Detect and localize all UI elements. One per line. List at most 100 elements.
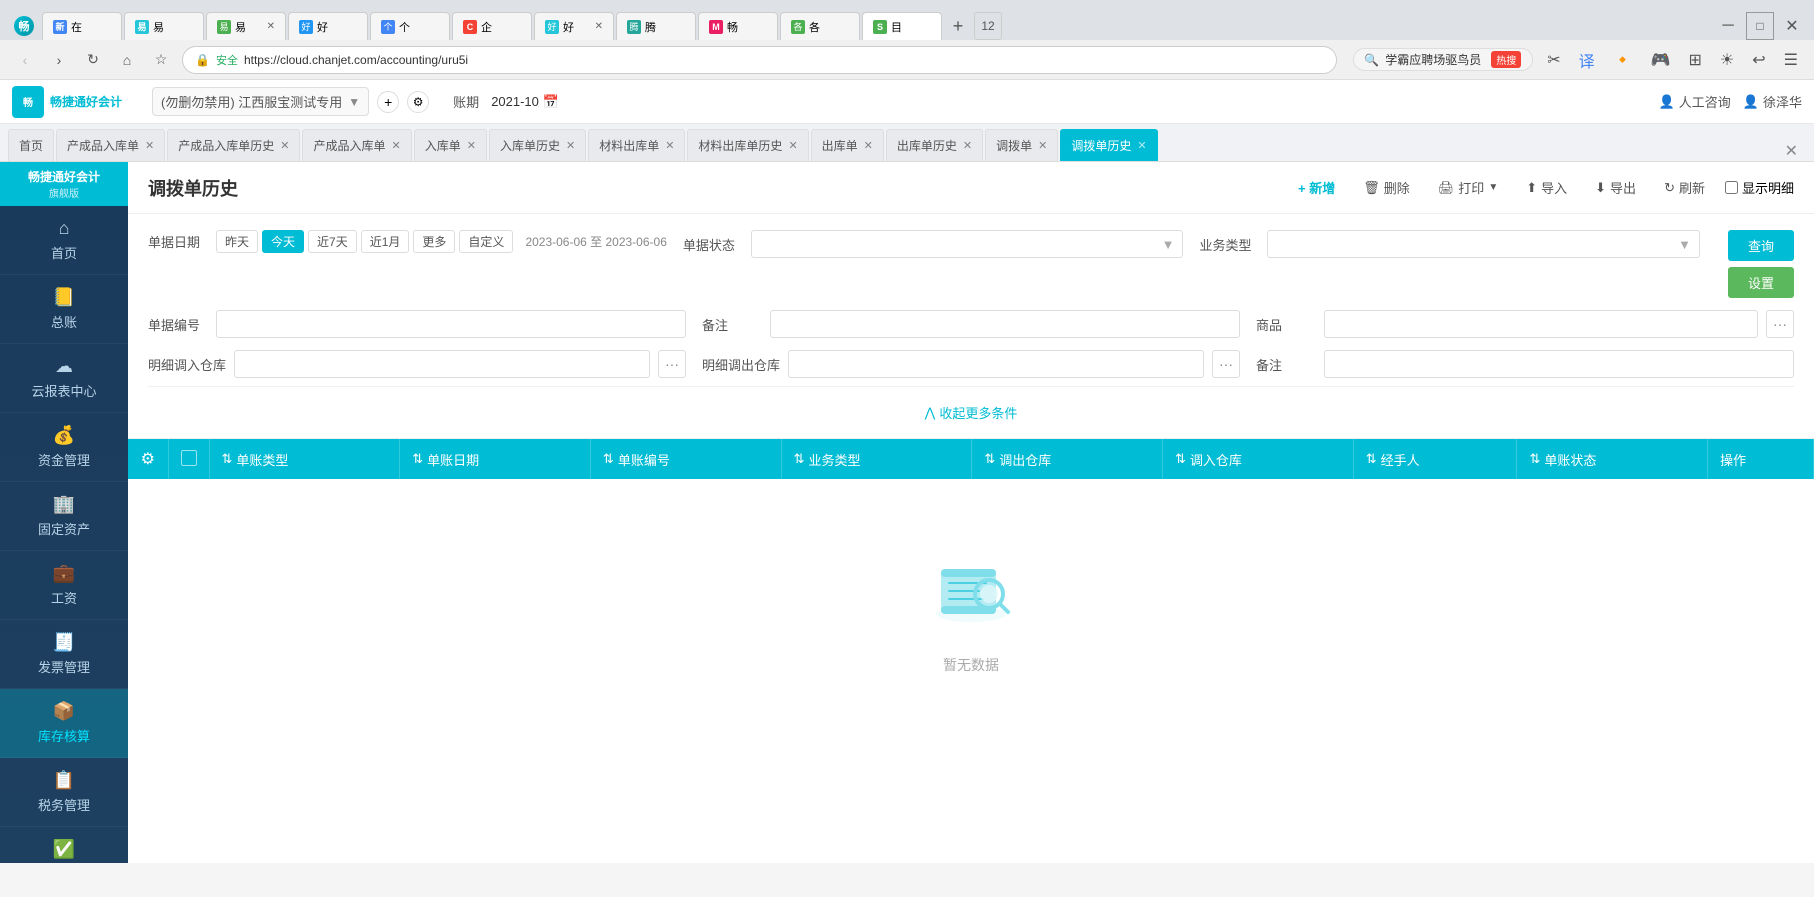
close-all-tabs-button[interactable]: ✕ <box>1777 141 1806 161</box>
detail-in-ellipsis-button[interactable]: ··· <box>658 350 686 378</box>
page-tab-6[interactable]: 材料出库单 ✕ <box>588 129 685 161</box>
page-tab-7[interactable]: 材料出库单历史 ✕ <box>687 129 808 161</box>
browser-tab-9[interactable]: M 畅 <box>698 12 778 40</box>
last7days-btn[interactable]: 近7天 <box>308 230 357 253</box>
page-tab-home[interactable]: 首页 <box>8 129 54 161</box>
undo-icon[interactable]: ↩ <box>1748 48 1769 72</box>
browser-tab-8[interactable]: 腾 腾 <box>616 12 696 40</box>
browser-tab-7[interactable]: 好 好 ✕ <box>534 12 614 40</box>
user-service-button[interactable]: 👤 人工咨询 <box>1659 92 1731 111</box>
browser-tab-10[interactable]: 各 各 <box>780 12 860 40</box>
minimize-button[interactable]: ─ <box>1714 12 1742 40</box>
star-browser-button[interactable]: ☆ <box>148 47 174 73</box>
translate-icon[interactable]: 译 <box>1575 46 1599 74</box>
extension2-icon[interactable]: 🎮 <box>1647 48 1675 72</box>
tab-9-close-icon[interactable]: ✕ <box>963 139 972 152</box>
remark2-input[interactable] <box>1324 350 1794 378</box>
remark-input[interactable] <box>770 310 1240 338</box>
search-bar[interactable]: 🔍 学霸应聘场驱鸟员 热搜 <box>1353 48 1533 71</box>
add-company-button[interactable]: + <box>377 91 399 113</box>
display-cols-checkbox[interactable] <box>1725 181 1738 194</box>
display-cols-toggle[interactable]: 显示明细 <box>1725 178 1794 197</box>
sidebar-item-inventory[interactable]: 📦 库存核算 <box>0 689 128 758</box>
brightness-icon[interactable]: ☀ <box>1716 48 1738 72</box>
page-tab-11-active[interactable]: 调拨单历史 ✕ <box>1060 129 1157 161</box>
sidebar-item-ledger[interactable]: 📒 总账 <box>0 275 128 344</box>
tab-7-close-icon[interactable]: ✕ <box>595 21 603 32</box>
sidebar-item-fund[interactable]: 💰 资金管理 <box>0 413 128 482</box>
docnum-input[interactable] <box>216 310 686 338</box>
goods-input[interactable] <box>1324 310 1758 338</box>
sidebar-item-assets[interactable]: 🏢 固定资产 <box>0 482 128 551</box>
new-button[interactable]: + 新增 <box>1290 174 1343 201</box>
table-business-th[interactable]: ⇅ 业务类型 <box>781 439 972 479</box>
table-out-warehouse-th[interactable]: ⇅ 调出仓库 <box>972 439 1163 479</box>
refresh-button[interactable]: ↻ 刷新 <box>1656 174 1713 201</box>
select-all-checkbox[interactable] <box>181 450 197 466</box>
detail-out-ellipsis-button[interactable]: ··· <box>1212 350 1240 378</box>
back-button[interactable]: ‹ <box>12 47 38 73</box>
tab-2-close-icon[interactable]: ✕ <box>280 139 289 152</box>
tab-1-close-icon[interactable]: ✕ <box>145 139 154 152</box>
tab-11-close-icon[interactable]: ✕ <box>1137 139 1146 152</box>
sidebar-item-tax[interactable]: 📋 税务管理 <box>0 758 128 827</box>
refresh-browser-button[interactable]: ↻ <box>80 47 106 73</box>
table-in-warehouse-th[interactable]: ⇅ 调入仓库 <box>1163 439 1354 479</box>
custom-btn[interactable]: 自定义 <box>459 230 513 253</box>
browser-tab-current[interactable]: S 目 <box>862 12 942 40</box>
page-tab-10[interactable]: 调拨单 ✕ <box>985 129 1058 161</box>
table-date-th[interactable]: ⇅ 单账日期 <box>400 439 591 479</box>
filter-settings-button[interactable]: 设置 <box>1728 267 1794 298</box>
browser-tab-3[interactable]: 易 易 ✕ <box>206 12 286 40</box>
period-value-container[interactable]: 2021-10 📅 <box>491 94 559 110</box>
detail-out-input[interactable] <box>788 350 1204 378</box>
tab-6-close-icon[interactable]: ✕ <box>665 139 674 152</box>
yesterday-btn[interactable]: 昨天 <box>216 230 258 253</box>
browser-tab-1[interactable]: 新 在 <box>42 12 122 40</box>
company-settings-button[interactable]: ⚙ <box>407 91 429 113</box>
sidebar-item-home[interactable]: ⌂ 首页 <box>0 206 128 275</box>
grid-icon[interactable]: ⊞ <box>1685 48 1706 72</box>
sidebar-item-report[interactable]: ☁ 云报表中心 <box>0 344 128 413</box>
page-tab-2[interactable]: 产成品入库单历史 ✕ <box>167 129 300 161</box>
tab-7-close-icon[interactable]: ✕ <box>788 139 797 152</box>
menu-icon[interactable]: ☰ <box>1780 48 1802 72</box>
table-gear-icon[interactable]: ⚙ <box>141 451 155 468</box>
import-button[interactable]: ⬆ 导入 <box>1518 174 1575 201</box>
tab-4-close-icon[interactable]: ✕ <box>467 139 476 152</box>
collapse-button[interactable]: ⋀ 收起更多条件 <box>909 399 1034 426</box>
page-tab-1[interactable]: 产成品入库单 ✕ <box>56 129 165 161</box>
more-btn[interactable]: 更多 <box>413 230 455 253</box>
browser-tab-6[interactable]: C 企 <box>452 12 532 40</box>
browser-tab-5[interactable]: 个 个 <box>370 12 450 40</box>
table-handler-th[interactable]: ⇅ 经手人 <box>1353 439 1517 479</box>
delete-button[interactable]: 🗑 删除 <box>1355 174 1418 201</box>
new-tab-button[interactable]: + <box>944 12 972 40</box>
tab-8-close-icon[interactable]: ✕ <box>864 139 873 152</box>
page-tab-9[interactable]: 出库单历史 ✕ <box>886 129 983 161</box>
sidebar-item-invoice[interactable]: 🧾 发票管理 <box>0 620 128 689</box>
table-status-th[interactable]: ⇅ 单账状态 <box>1517 439 1708 479</box>
table-checkbox-th[interactable] <box>168 439 209 479</box>
page-tab-3[interactable]: 产成品入库单 ✕ <box>302 129 411 161</box>
close-button[interactable]: ✕ <box>1778 12 1806 40</box>
detail-in-input[interactable] <box>234 350 650 378</box>
home-browser-button[interactable]: ⌂ <box>114 47 140 73</box>
last1month-btn[interactable]: 近1月 <box>361 230 410 253</box>
user-name-button[interactable]: 👤 徐泽华 <box>1743 92 1802 111</box>
page-tab-5[interactable]: 入库单历史 ✕ <box>489 129 586 161</box>
company-selector[interactable]: (勿删勿禁用) 江西服宝测试专用 ▼ <box>152 87 369 116</box>
table-type-th[interactable]: ⇅ 单账类型 <box>209 439 400 479</box>
scissors-icon[interactable]: ✂ <box>1543 48 1564 72</box>
extension1-icon[interactable]: 🔸 <box>1609 48 1637 72</box>
today-btn[interactable]: 今天 <box>262 230 304 253</box>
browser-tab-2[interactable]: 易 易 <box>124 12 204 40</box>
query-button[interactable]: 查询 <box>1728 230 1794 261</box>
address-bar[interactable]: 🔒 安全 https://cloud.chanjet.com/accountin… <box>182 46 1337 74</box>
maximize-button[interactable]: □ <box>1746 12 1774 40</box>
print-button[interactable]: 🖨 打印 ▼ <box>1430 174 1506 201</box>
status-select[interactable]: ▼ <box>751 230 1184 258</box>
export-button[interactable]: ⬇ 导出 <box>1587 174 1644 201</box>
page-tab-8[interactable]: 出库单 ✕ <box>811 129 884 161</box>
sidebar-item-salary[interactable]: 💼 工资 <box>0 551 128 620</box>
